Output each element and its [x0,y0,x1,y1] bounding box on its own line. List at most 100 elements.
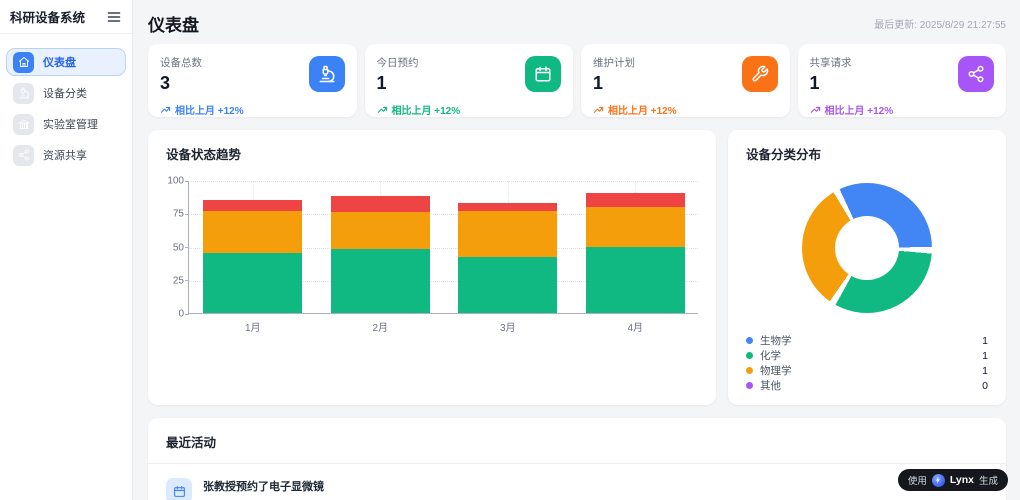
bar-chart-title: 设备状态趋势 [166,148,242,162]
donut-legend: 生物学 1 化学 1 物理学 1 其他 0 [746,333,988,393]
activity-title: 张教授预约了电子显微镜 [203,481,324,493]
stat-trend: 相比上月 +12% [810,102,995,117]
sidebar-nav: 仪表盘设备分类实验室管理资源共享 [0,34,132,169]
x-axis-label: 2月 [372,323,389,334]
activity-text: 张教授预约了电子显微镜10分钟前 [203,478,324,500]
bar-segment-green-segment [203,253,303,313]
legend-label: 化学 [760,350,781,362]
donut-chart-title: 设备分类分布 [746,148,822,162]
recent-activity-card: 最近活动 张教授预约了电子显微镜10分钟前 [148,418,1006,500]
bar-segment-green-segment [585,246,685,313]
y-axis-label: 100 [167,175,184,187]
hamburger-icon[interactable] [106,9,122,25]
share-icon [13,144,34,166]
recent-activity-header: 最近活动 [148,418,1006,464]
y-axis-label: 0 [178,308,184,320]
lynx-badge[interactable]: 使用 Lynx 生成 [897,469,1008,491]
bar-chart-plot: 0 25 50 75 100 1月 2月 3月 4月 [167,176,698,334]
sidebar-item-仪表盘[interactable]: 仪表盘 [6,48,126,76]
stat-card-设备总数[interactable]: 设备总数 3 相比上月 +12% [148,44,357,117]
donut-chart [802,183,932,313]
legend-item-化学[interactable]: 化学 1 [746,348,988,363]
sidebar-item-资源共享[interactable]: 资源共享 [6,141,126,169]
sidebar-item-label: 设备分类 [43,88,87,100]
legend-dot [746,382,753,389]
y-axis-label: 50 [172,242,184,253]
lab-building-icon [13,113,34,135]
sidebar-item-设备分类[interactable]: 设备分类 [6,79,126,107]
bar-segment-red-segment [585,193,685,207]
y-axis-tick [185,313,189,315]
y-gridline [189,181,698,182]
trend-up-icon [160,104,171,115]
stat-card-维护计划[interactable]: 维护计划 1 相比上月 +12% [581,44,790,117]
main-content: 仪表盘 最后更新: 2025/8/29 21:27:55 设备总数 3 相比上月 +… [133,0,1020,500]
stat-card-共享请求[interactable]: 共享请求 1 相比上月 +12% [797,44,1006,117]
activity-item[interactable]: 张教授预约了电子显微镜10分钟前 [148,464,1006,500]
stat-card-今日预约[interactable]: 今日预约 1 相比上月 +12% [364,44,573,117]
bar-segment-green-segment [458,257,558,313]
trend-up-icon [810,104,821,115]
lynx-badge-prefix: 使用 [907,476,927,487]
legend-value: 0 [982,379,988,392]
charts-row: 设备状态趋势 0 25 50 75 100 1月 2月 3月 4月 设备分类分布 生物学 1 化学 1… [148,130,1006,405]
sidebar-item-label: 仪表盘 [43,57,76,69]
y-axis-label: 75 [172,208,184,220]
stat-trend: 相比上月 +12% [593,102,778,117]
stat-trend-text: 相比上月 +12% [175,106,244,117]
bar-segment-orange-segment [203,210,303,254]
lynx-badge-suffix: 生成 [978,476,998,487]
page-header: 仪表盘 最后更新: 2025/8/29 21:27:55 [148,10,1006,36]
home-icon [13,51,34,73]
stat-trend: 相比上月 +12% [160,102,345,117]
legend-dot [746,352,753,359]
legend-value: 1 [982,334,988,347]
legend-label: 其他 [760,380,781,392]
bar-segment-orange-segment [458,210,558,258]
equipment-category-card: 设备分类分布 生物学 1 化学 1 物理学 1 其他 0 [728,130,1006,405]
donut-hole [835,216,899,280]
bar-segment-red-segment [458,202,558,211]
stat-trend-text: 相比上月 +12% [608,106,677,117]
trend-up-icon [377,104,388,115]
calendar-icon [525,56,561,92]
sidebar: 科研设备系统 仪表盘设备分类实验室管理资源共享 [0,0,133,500]
bar-segment-green-segment [330,249,430,313]
activity-list: 张教授预约了电子显微镜10分钟前 [148,464,1006,500]
calendar-icon [166,478,192,500]
page-title: 仪表盘 [148,15,199,35]
x-axis-label: 1月 [244,323,261,334]
x-axis-label: 3月 [499,323,516,334]
legend-label: 物理学 [760,365,792,377]
dashboard-page: 科研设备系统 仪表盘设备分类实验室管理资源共享 仪表盘 最后更新: 2025/8… [0,0,1020,500]
bar-segment-red-segment [203,199,303,211]
bar-segment-red-segment [330,195,430,212]
y-axis-tick [185,247,189,248]
y-axis-tick [185,213,189,215]
recent-activity-title: 最近活动 [166,436,217,450]
legend-value: 1 [982,349,988,362]
legend-label: 生物学 [760,335,792,347]
legend-item-生物学[interactable]: 生物学 1 [746,333,988,348]
legend-dot [746,367,753,374]
stat-cards-row: 设备总数 3 相比上月 +12% 今日预约 1 相比上月 +12% 维护计划 1 相比上月 +1… [148,44,1006,117]
legend-item-其他[interactable]: 其他 0 [746,378,988,393]
share-icon [958,56,994,92]
microscope-icon [308,56,345,92]
stat-trend: 相比上月 +12% [377,102,562,117]
stat-trend-text: 相比上月 +12% [391,106,461,117]
trend-up-icon [593,104,604,115]
bar-segment-orange-segment [585,206,685,247]
sidebar-item-label: 资源共享 [43,150,87,162]
sidebar-header: 科研设备系统 [0,0,132,34]
legend-dot [746,337,753,344]
wrench-icon [741,56,778,92]
lynx-badge-brand: Lynx [949,474,974,486]
sidebar-item-label: 实验室管理 [43,119,98,131]
legend-item-物理学[interactable]: 物理学 1 [746,363,988,378]
legend-value: 1 [982,364,988,377]
stat-trend-text: 相比上月 +12% [824,106,894,117]
y-axis-tick [185,280,189,282]
last-updated-text: 最后更新: 2025/8/29 21:27:55 [874,19,1006,31]
sidebar-item-实验室管理[interactable]: 实验室管理 [6,110,126,138]
